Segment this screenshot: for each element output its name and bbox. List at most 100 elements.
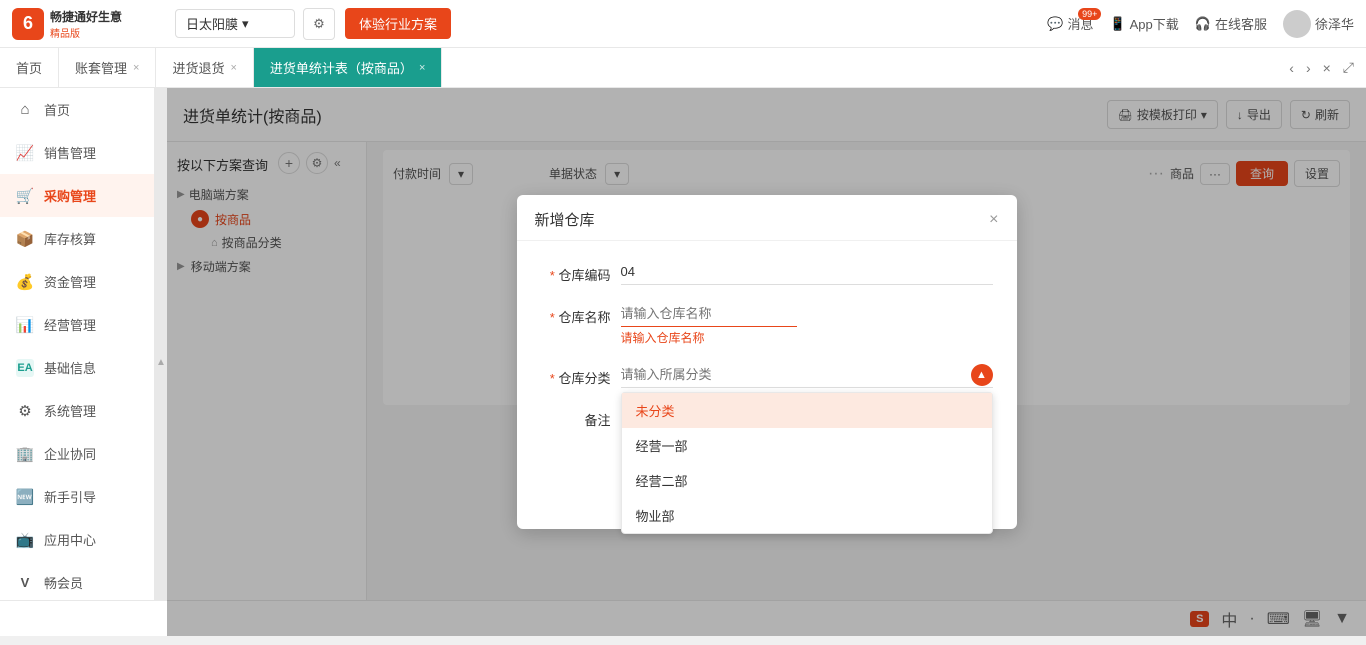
main-layout: ⌂ 首页 📈 销售管理 🛒 采购管理 📦 库存核算 💰 资金管理 📊 经营管理 …	[0, 88, 1366, 636]
sidebar-item-basic[interactable]: EA 基础信息	[0, 346, 154, 389]
sidebar-item-finance[interactable]: 💰 资金管理	[0, 260, 154, 303]
tab-purchase-return-label: 进货退货	[172, 58, 224, 77]
system-icon: ⚙	[16, 402, 34, 420]
name-field-row: * 仓库名称 请输入仓库名称	[541, 301, 993, 346]
tab-controls: ‹ › × ⤢	[1277, 48, 1366, 87]
sidebar-collapse-button[interactable]: ▲	[155, 88, 167, 636]
sidebar-item-vip[interactable]: V 畅会员	[0, 561, 154, 604]
warehouse-code-input[interactable]	[621, 259, 993, 285]
close-icon[interactable]: ×	[230, 62, 236, 74]
modal-close-button[interactable]: ×	[989, 211, 998, 229]
sidebar-item-home-label: 首页	[44, 100, 70, 119]
sidebar-item-enterprise-label: 企业协同	[44, 444, 96, 463]
apps-icon: 📺	[16, 531, 34, 549]
sidebar-item-system-label: 系统管理	[44, 401, 96, 420]
category-dropdown-wrapper: ▲ 未分类 经营一部 经营二部 物业部	[621, 362, 993, 388]
message-badge: 99+	[1078, 8, 1101, 20]
category-field-row: * 仓库分类 ▲ 未分类 经营一部 经营二部 物业部	[541, 362, 993, 388]
vip-icon: V	[16, 574, 34, 592]
tab-home-label: 首页	[16, 58, 42, 77]
sidebar-item-operation-label: 经营管理	[44, 315, 96, 334]
user-menu[interactable]: 徐泽华	[1283, 10, 1354, 38]
required-star: *	[550, 268, 555, 283]
top-header: 6 畅捷通好生意 精品版 日太阳膜 ▾ ⚙ 体验行业方案 💬 消息 99+ 📱 …	[0, 0, 1366, 48]
operation-icon: 📊	[16, 316, 34, 334]
sidebar-item-inventory-label: 库存核算	[44, 229, 96, 248]
sidebar-item-enterprise[interactable]: 🏢 企业协同	[0, 432, 154, 475]
sidebar-item-sales-label: 销售管理	[44, 143, 96, 162]
sidebar-item-guide-label: 新手引导	[44, 487, 96, 506]
content-area: 进货单统计(按商品) 🖨 按模板打印 ▾ ↓ 导出 ↻ 刷新	[167, 88, 1366, 636]
sidebar-item-system[interactable]: ⚙ 系统管理	[0, 389, 154, 432]
warehouse-name-input[interactable]	[621, 301, 797, 327]
settings-button[interactable]: ⚙	[303, 8, 335, 40]
finance-icon: 💰	[16, 273, 34, 291]
header-right: 💬 消息 99+ 📱 App下载 🎧 在线客服 徐泽华	[1047, 10, 1354, 38]
close-icon[interactable]: ×	[133, 62, 139, 74]
gear-icon: ⚙	[313, 16, 325, 32]
enterprise-icon: 🏢	[16, 445, 34, 463]
dropdown-arrow-button[interactable]: ▲	[971, 364, 993, 386]
required-star: *	[550, 310, 555, 325]
tab-account-label: 账套管理	[75, 58, 127, 77]
notes-label: 备注	[541, 404, 621, 429]
sidebar-item-inventory[interactable]: 📦 库存核算	[0, 217, 154, 260]
tab-close-all-button[interactable]: ×	[1319, 58, 1335, 78]
add-warehouse-modal: 新增仓库 × * 仓库编码 * 仓库名称	[517, 195, 1017, 529]
phone-icon: 📱	[1109, 16, 1125, 32]
modal-header: 新增仓库 ×	[517, 195, 1017, 241]
tab-expand-button[interactable]: ⤢	[1339, 57, 1358, 78]
messages-button[interactable]: 💬 消息 99+	[1047, 14, 1093, 33]
store-selector[interactable]: 日太阳膜 ▾	[175, 9, 295, 38]
sidebar-item-sales[interactable]: 📈 销售管理	[0, 131, 154, 174]
headset-icon: 🎧	[1195, 16, 1211, 32]
logo-icon: 6	[12, 8, 44, 40]
sidebar-item-home[interactable]: ⌂ 首页	[0, 88, 154, 131]
tab-purchase-stats-label: 进货单统计表（按商品）	[270, 58, 413, 77]
tab-account[interactable]: 账套管理 ×	[59, 48, 156, 87]
dropdown-item-dept2[interactable]: 经营二部	[622, 463, 992, 498]
avatar	[1283, 10, 1311, 38]
sidebar-item-guide[interactable]: 🆕 新手引导	[0, 475, 154, 518]
modal-body: * 仓库编码 * 仓库名称	[517, 241, 1017, 470]
online-service-button[interactable]: 🎧 在线客服	[1195, 14, 1267, 33]
tab-bar: 首页 账套管理 × 进货退货 × 进货单统计表（按商品） × ‹ › × ⤢	[0, 48, 1366, 88]
sidebar-item-apps[interactable]: 📺 应用中心	[0, 518, 154, 561]
message-icon: 💬	[1047, 16, 1063, 32]
dropdown-item-property[interactable]: 物业部	[622, 498, 992, 533]
name-label: * 仓库名称	[541, 301, 621, 326]
sales-icon: 📈	[16, 144, 34, 162]
home-icon: ⌂	[16, 101, 34, 119]
sidebar-item-purchase[interactable]: 🛒 采购管理	[0, 174, 154, 217]
try-industry-button[interactable]: 体验行业方案	[345, 8, 451, 39]
category-input[interactable]	[621, 362, 993, 388]
logo-area: 6 畅捷通好生意 精品版	[12, 8, 167, 40]
store-name: 日太阳膜	[186, 14, 238, 33]
code-label: * 仓库编码	[541, 259, 621, 284]
purchase-icon: 🛒	[16, 187, 34, 205]
dropdown-item-dept1[interactable]: 经营一部	[622, 428, 992, 463]
category-label: * 仓库分类	[541, 362, 621, 387]
service-label: 在线客服	[1215, 14, 1267, 33]
app-download-button[interactable]: 📱 App下载	[1109, 14, 1178, 33]
sidebar-item-apps-label: 应用中心	[44, 530, 96, 549]
tab-prev-button[interactable]: ‹	[1285, 58, 1298, 78]
name-input-wrapper	[621, 301, 797, 327]
close-icon[interactable]: ×	[419, 62, 425, 74]
tab-purchase-return[interactable]: 进货退货 ×	[156, 48, 253, 87]
sidebar-item-finance-label: 资金管理	[44, 272, 96, 291]
tab-next-button[interactable]: ›	[1302, 58, 1315, 78]
sidebar: ⌂ 首页 📈 销售管理 🛒 采购管理 📦 库存核算 💰 资金管理 📊 经营管理 …	[0, 88, 155, 636]
sidebar-item-operation[interactable]: 📊 经营管理	[0, 303, 154, 346]
sidebar-item-basic-label: 基础信息	[44, 358, 96, 377]
tab-home[interactable]: 首页	[0, 48, 59, 87]
app-label: App下载	[1130, 14, 1179, 33]
chevron-down-icon: ▾	[242, 16, 249, 32]
required-star: *	[550, 371, 555, 386]
dropdown-item-unclassified[interactable]: 未分类	[622, 393, 992, 428]
category-dropdown-list: 未分类 经营一部 经营二部 物业部	[621, 392, 993, 534]
tab-purchase-stats[interactable]: 进货单统计表（按商品） ×	[254, 48, 442, 87]
sidebar-item-purchase-label: 采购管理	[44, 186, 96, 205]
name-error-area: 请输入仓库名称	[621, 327, 705, 346]
logo-text: 畅捷通好生意 精品版	[50, 8, 122, 40]
